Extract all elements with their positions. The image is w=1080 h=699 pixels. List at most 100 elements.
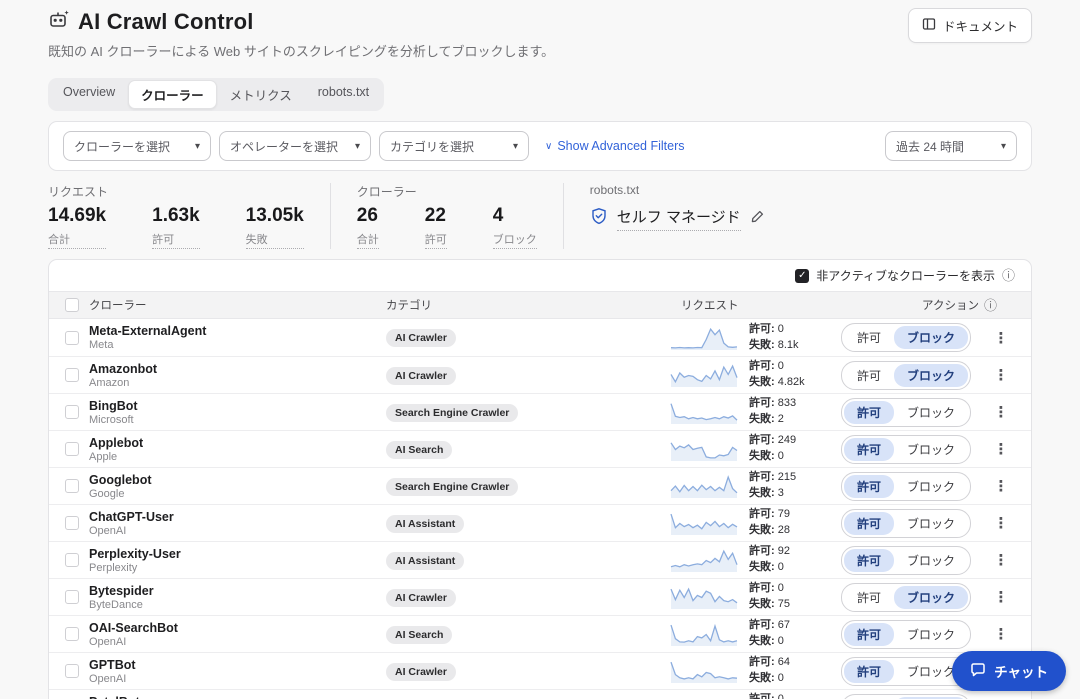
column-header-requests: リクエスト — [681, 300, 739, 312]
crawlers-blocked-label[interactable]: ブロック — [492, 231, 537, 249]
show-inactive-checkbox[interactable]: ✓ — [795, 268, 810, 283]
action-toggle-group: 許可 ブロック — [840, 508, 971, 538]
table-topbar: ✓ 非アクティブなクローラーを表示 ⓘ — [49, 260, 1031, 291]
tab-overview[interactable]: Overview — [50, 80, 128, 109]
crawler-operator: Apple — [89, 450, 118, 463]
allow-button[interactable]: 許可 — [843, 622, 894, 646]
row-menu-kebab-icon[interactable]: ⋮ — [971, 588, 1031, 606]
operator-select[interactable]: オペレーターを選択 ▾ — [219, 131, 371, 161]
row-checkbox[interactable] — [65, 553, 79, 567]
block-button[interactable]: ブロック — [894, 475, 968, 498]
row-menu-kebab-icon[interactable]: ⋮ — [971, 440, 1031, 458]
allowed-count-value: 0 — [777, 360, 784, 373]
chevron-down-icon: ▾ — [194, 140, 200, 152]
time-range-value: 過去 24 時間 — [896, 139, 965, 154]
crawlers-allowed-value: 22 — [424, 205, 446, 226]
row-checkbox[interactable] — [65, 442, 79, 456]
row-checkbox[interactable] — [65, 516, 79, 530]
crawler-name: PetalBot — [89, 695, 386, 699]
failed-count-value: 28 — [777, 524, 790, 536]
request-counts: 許可: 833 失敗: 2 — [745, 396, 853, 428]
category-badge: Search Engine Crawler — [386, 477, 519, 496]
row-checkbox[interactable] — [65, 330, 79, 345]
row-menu-kebab-icon[interactable]: ⋮ — [971, 551, 1031, 569]
robots-txt-mode-value[interactable]: セルフ マネージド — [616, 206, 741, 231]
row-checkbox[interactable] — [65, 590, 79, 604]
time-range-select[interactable]: 過去 24 時間 ▾ — [885, 131, 1017, 161]
allow-button[interactable]: 許可 — [844, 364, 894, 387]
info-icon[interactable]: ⓘ — [1002, 269, 1015, 282]
block-button[interactable]: ブロック — [893, 326, 968, 349]
request-counts: 許可: 0 失敗: 27 — [745, 692, 853, 699]
allow-button[interactable]: 許可 — [843, 511, 894, 535]
allow-button[interactable]: 許可 — [843, 400, 894, 424]
block-button[interactable]: ブロック — [894, 623, 968, 646]
allowed-count-label: 許可: — [749, 397, 775, 410]
crawlers-blocked-value: 4 — [492, 205, 504, 226]
row-checkbox[interactable] — [65, 664, 79, 678]
tab-crawlers[interactable]: クローラー — [128, 80, 217, 109]
row-checkbox[interactable] — [65, 479, 79, 493]
requests-failed-label[interactable]: 失敗 — [245, 231, 304, 249]
row-menu-kebab-icon[interactable]: ⋮ — [971, 403, 1031, 421]
row-menu-kebab-icon[interactable]: ⋮ — [971, 477, 1031, 495]
row-menu-kebab-icon[interactable]: ⋮ — [971, 625, 1031, 643]
allowed-count-label: 許可: — [749, 619, 775, 632]
advanced-filters-link[interactable]: ∨ Show Advanced Filters — [545, 139, 684, 153]
tab-metrics[interactable]: メトリクス — [217, 80, 305, 109]
requests-allowed-label[interactable]: 許可 — [152, 231, 200, 249]
chat-button[interactable]: チャット — [952, 651, 1066, 691]
crawler-operator: Amazon — [89, 376, 130, 389]
table-row: Meta-ExternalAgent Meta AI Crawler 許可: 0… — [49, 319, 1031, 356]
allow-button[interactable]: 許可 — [843, 659, 894, 683]
table-row: GPTBot OpenAI AI Crawler 許可: 64 失敗: 0 許可… — [49, 652, 1031, 689]
select-all-checkbox[interactable] — [65, 298, 79, 312]
row-menu-kebab-icon[interactable]: ⋮ — [971, 329, 1031, 347]
edit-pencil-icon[interactable] — [750, 209, 765, 229]
block-button[interactable]: ブロック — [894, 512, 968, 535]
failed-count-label: 失敗: — [749, 524, 775, 536]
requests-sparkline — [675, 698, 676, 699]
failed-count-value: 3 — [777, 487, 784, 499]
block-button[interactable]: ブロック — [893, 585, 968, 609]
table-row: PetalBot Huawei AI Crawler 許可: 0 失敗: 27 … — [49, 689, 1031, 699]
crawler-table: ✓ 非アクティブなクローラーを表示 ⓘ クローラー カテゴリ リクエスト アクシ… — [48, 259, 1032, 699]
failed-count-label: 失敗: — [749, 450, 775, 462]
requests-sparkline — [670, 549, 738, 572]
row-menu-kebab-icon[interactable]: ⋮ — [971, 366, 1031, 384]
category-select[interactable]: カテゴリを選択 ▾ — [379, 131, 529, 161]
row-checkbox[interactable] — [65, 627, 79, 641]
crawler-name: Googlebot — [89, 472, 152, 487]
robot-icon — [48, 8, 70, 35]
tab-robots-txt[interactable]: robots.txt — [305, 80, 382, 109]
info-icon[interactable]: ⓘ — [984, 299, 997, 312]
category-badge: AI Crawler — [386, 329, 456, 347]
crawlers-allowed-label[interactable]: 許可 — [424, 231, 447, 249]
row-checkbox[interactable] — [65, 368, 79, 382]
failed-count-label: 失敗: — [749, 413, 775, 425]
row-checkbox[interactable] — [65, 405, 79, 419]
failed-count-value: 75 — [777, 598, 790, 610]
allow-button[interactable]: 許可 — [844, 326, 894, 349]
requests-sparkline — [670, 327, 738, 350]
allowed-count-label: 許可: — [749, 434, 775, 447]
allow-button[interactable]: 許可 — [843, 548, 894, 572]
table-row: Applebot Apple AI Search 許可: 249 失敗: 0 許… — [49, 430, 1031, 467]
failed-count-label: 失敗: — [749, 376, 775, 388]
allow-button[interactable]: 許可 — [844, 586, 894, 609]
requests-total-label[interactable]: 合計 — [48, 231, 107, 249]
row-menu-kebab-icon[interactable]: ⋮ — [971, 514, 1031, 532]
requests-sparkline — [670, 661, 738, 683]
action-toggle-group: 許可 ブロック — [840, 582, 971, 612]
crawler-select[interactable]: クローラーを選択 ▾ — [63, 131, 211, 161]
block-button[interactable]: ブロック — [893, 363, 968, 387]
block-button[interactable]: ブロック — [894, 401, 968, 424]
table-row: Googlebot Google Search Engine Crawler 許… — [49, 467, 1031, 504]
docs-button[interactable]: ドキュメント — [907, 8, 1032, 43]
crawlers-total-label[interactable]: 合計 — [356, 231, 379, 249]
allow-button[interactable]: 許可 — [843, 474, 894, 498]
block-button[interactable]: ブロック — [894, 438, 968, 461]
allow-button[interactable]: 許可 — [843, 437, 894, 461]
block-button[interactable]: ブロック — [894, 549, 968, 572]
requests-sparkline — [670, 623, 738, 646]
